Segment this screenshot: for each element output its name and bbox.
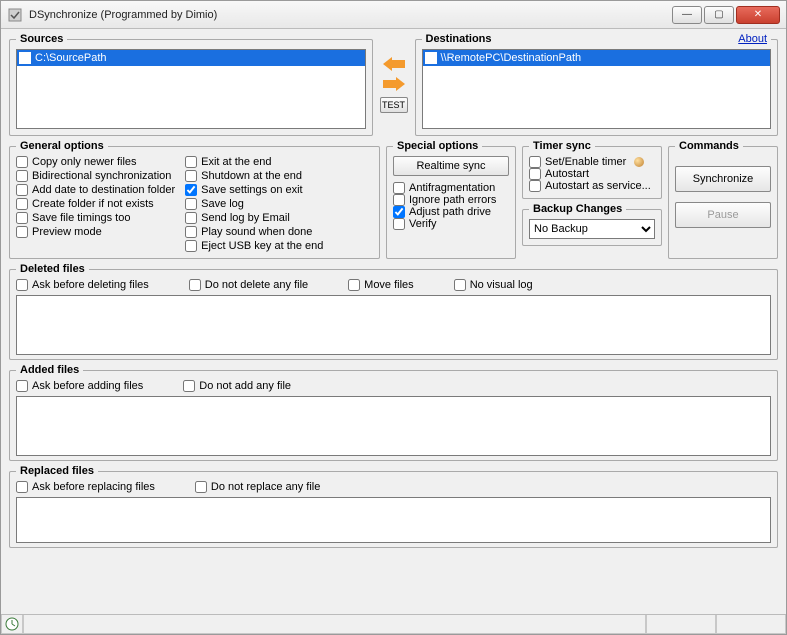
backup-changes-label: Backup Changes <box>529 203 626 215</box>
deleted-files-label: Deleted files <box>16 263 89 275</box>
close-button[interactable]: ✕ <box>736 6 780 24</box>
added-files-group: Added files Ask before adding files Do n… <box>9 364 778 461</box>
sources-list[interactable]: C:\SourcePath <box>16 49 366 129</box>
commands-label: Commands <box>675 140 743 152</box>
replaced-files-label: Replaced files <box>16 465 98 477</box>
timer-sync-label: Timer sync <box>529 140 595 152</box>
antifrag-checkbox[interactable]: Antifragmentation <box>393 182 509 194</box>
verify-checkbox[interactable]: Verify <box>393 218 509 230</box>
do-not-add-checkbox[interactable]: Do not add any file <box>183 380 291 392</box>
sources-group: Sources C:\SourcePath <box>9 33 373 136</box>
no-visual-log-checkbox[interactable]: No visual log <box>454 279 533 291</box>
deleted-files-group: Deleted files Ask before deleting files … <box>9 263 778 360</box>
replaced-files-list[interactable] <box>16 497 771 543</box>
status-cell-1 <box>646 615 716 634</box>
ask-add-checkbox[interactable]: Ask before adding files <box>16 380 143 392</box>
save-timings-checkbox[interactable]: Save file timings too <box>16 212 175 224</box>
window-title: DSynchronize (Programmed by Dimio) <box>29 9 670 21</box>
destinations-list[interactable]: \\RemotePC\DestinationPath <box>422 49 772 129</box>
synchronize-button[interactable]: Synchronize <box>675 166 771 192</box>
commands-group: Commands Synchronize Pause <box>668 140 778 259</box>
realtime-sync-button[interactable]: Realtime sync <box>393 156 509 176</box>
source-checkbox[interactable] <box>19 52 31 64</box>
move-files-checkbox[interactable]: Move files <box>348 279 414 291</box>
general-options-label: General options <box>16 140 108 152</box>
special-options-group: Special options Realtime sync Antifragme… <box>386 140 516 259</box>
destination-checkbox[interactable] <box>425 52 437 64</box>
pause-button[interactable]: Pause <box>675 202 771 228</box>
ignore-path-checkbox[interactable]: Ignore path errors <box>393 194 509 206</box>
arrow-left-icon[interactable] <box>383 57 405 71</box>
send-log-checkbox[interactable]: Send log by Email <box>185 212 323 224</box>
ask-delete-checkbox[interactable]: Ask before deleting files <box>16 279 149 291</box>
set-enable-timer-checkbox[interactable]: Set/Enable timer <box>529 156 655 168</box>
do-not-replace-checkbox[interactable]: Do not replace any file <box>195 481 320 493</box>
play-sound-checkbox[interactable]: Play sound when done <box>185 226 323 238</box>
added-files-list[interactable] <box>16 396 771 456</box>
arrow-right-icon[interactable] <box>383 77 405 91</box>
source-path: C:\SourcePath <box>35 52 107 64</box>
status-bar <box>1 614 786 634</box>
minimize-button[interactable]: — <box>672 6 702 24</box>
replaced-files-group: Replaced files Ask before replacing file… <box>9 465 778 548</box>
timer-sync-group: Timer sync Set/Enable timer Autostart Au… <box>522 140 662 199</box>
destinations-label: Destinations <box>426 33 492 45</box>
destinations-group: Destinations About \\RemotePC\Destinatio… <box>415 33 779 136</box>
shutdown-checkbox[interactable]: Shutdown at the end <box>185 170 323 182</box>
do-not-delete-checkbox[interactable]: Do not delete any file <box>189 279 308 291</box>
copy-newer-checkbox[interactable]: Copy only newer files <box>16 156 175 168</box>
add-date-checkbox[interactable]: Add date to destination folder <box>16 184 175 196</box>
exit-end-checkbox[interactable]: Exit at the end <box>185 156 323 168</box>
sources-label: Sources <box>16 33 67 45</box>
bidirectional-checkbox[interactable]: Bidirectional synchronization <box>16 170 175 182</box>
status-cell-2 <box>716 615 786 634</box>
autostart-service-checkbox[interactable]: Autostart as service... <box>529 180 655 192</box>
create-folder-checkbox[interactable]: Create folder if not exists <box>16 198 175 210</box>
save-log-checkbox[interactable]: Save log <box>185 198 323 210</box>
timer-indicator-icon <box>634 157 644 167</box>
autostart-checkbox[interactable]: Autostart <box>529 168 655 180</box>
destination-path: \\RemotePC\DestinationPath <box>441 52 582 64</box>
special-options-label: Special options <box>393 140 482 152</box>
general-options-group: General options Copy only newer files Bi… <box>9 140 380 259</box>
backup-changes-group: Backup Changes No Backup <box>522 203 662 246</box>
status-main <box>23 615 646 634</box>
maximize-button[interactable]: ▢ <box>704 6 734 24</box>
save-settings-checkbox[interactable]: Save settings on exit <box>185 184 323 196</box>
backup-select[interactable]: No Backup <box>529 219 655 239</box>
source-item[interactable]: C:\SourcePath <box>17 50 365 66</box>
deleted-files-list[interactable] <box>16 295 771 355</box>
titlebar: DSynchronize (Programmed by Dimio) — ▢ ✕ <box>1 1 786 29</box>
destination-item[interactable]: \\RemotePC\DestinationPath <box>423 50 771 66</box>
eject-usb-checkbox[interactable]: Eject USB key at the end <box>185 240 323 252</box>
added-files-label: Added files <box>16 364 83 376</box>
about-link[interactable]: About <box>738 33 767 45</box>
ask-replace-checkbox[interactable]: Ask before replacing files <box>16 481 155 493</box>
adjust-drive-checkbox[interactable]: Adjust path drive <box>393 206 509 218</box>
test-button[interactable]: TEST <box>380 97 408 113</box>
app-icon <box>7 7 23 23</box>
status-clock-icon <box>1 615 23 634</box>
preview-mode-checkbox[interactable]: Preview mode <box>16 226 175 238</box>
